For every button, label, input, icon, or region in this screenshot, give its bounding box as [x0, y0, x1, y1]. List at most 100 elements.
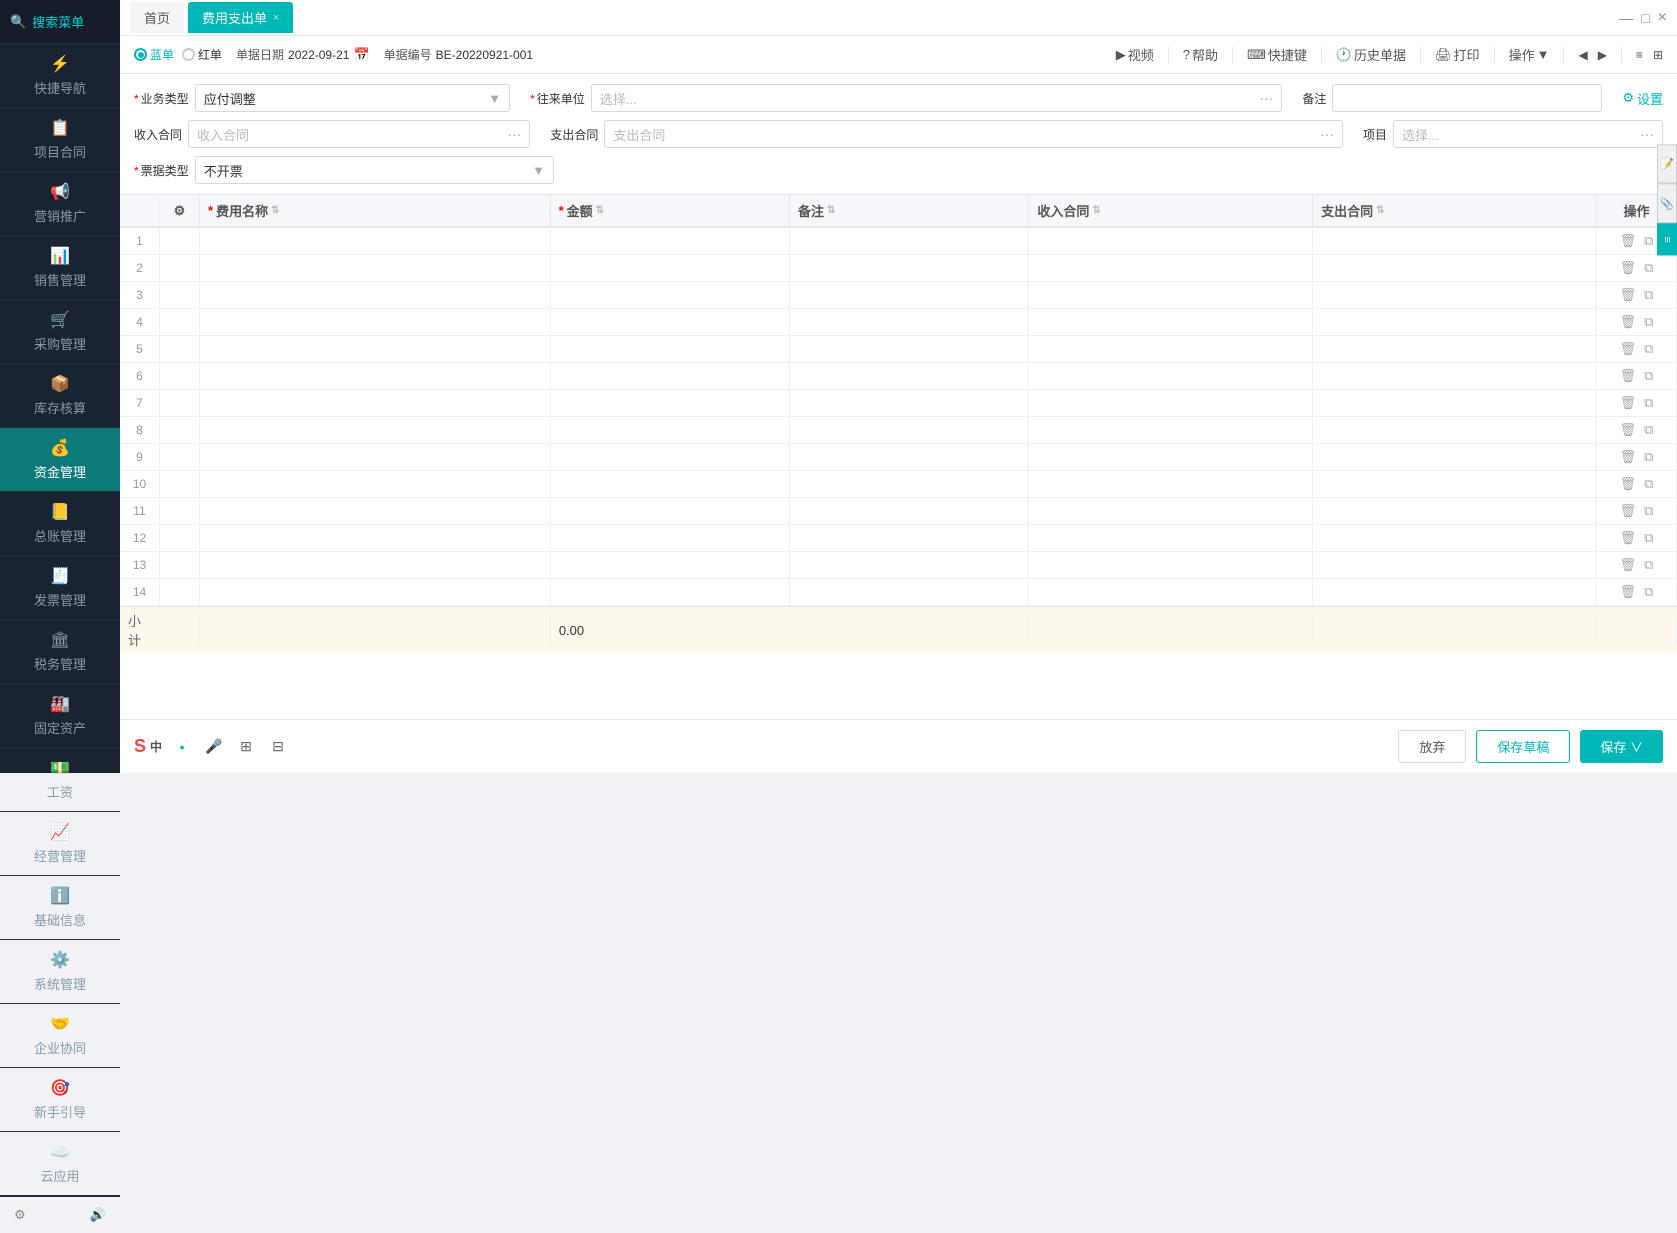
delete-row-icon[interactable]: 🗑 [1620, 449, 1637, 465]
row-name[interactable] [200, 390, 551, 416]
sidebar-item-guide[interactable]: 🎯 新手引导 [0, 1068, 120, 1132]
expense-contract-input[interactable]: 支出合同 ··· [604, 120, 1343, 148]
row-expense[interactable] [1313, 336, 1597, 362]
row-expense[interactable] [1313, 552, 1597, 578]
row-income[interactable] [1029, 390, 1313, 416]
calendar-icon[interactable]: 📅 [353, 47, 369, 63]
bottom-dot-icon[interactable]: • [170, 735, 194, 759]
sidebar-item-invoice[interactable]: 🧾 发票管理 [0, 556, 120, 620]
list-view-btn[interactable]: ≡ [1636, 48, 1643, 62]
sidebar-item-accounting[interactable]: 📒 总账管理 [0, 492, 120, 556]
row-name[interactable] [200, 255, 551, 281]
copy-row-icon[interactable]: ⧉ [1644, 233, 1653, 249]
help-btn[interactable]: ? 帮助 [1183, 45, 1218, 64]
row-amount[interactable] [551, 525, 790, 551]
table-row[interactable]: 3 🗑 ⧉ [120, 282, 1677, 309]
row-amount[interactable] [551, 417, 790, 443]
radio-red[interactable]: 红单 [182, 46, 222, 63]
tab-expense[interactable]: 费用支出单 × [188, 2, 293, 33]
copy-row-icon[interactable]: ⧉ [1644, 314, 1653, 330]
float-action-btn[interactable]: ≡ [1657, 223, 1677, 255]
row-expense[interactable] [1313, 363, 1597, 389]
row-expense[interactable] [1313, 309, 1597, 335]
th-gear[interactable]: ⚙ [160, 197, 200, 225]
sidebar-item-base-info[interactable]: ℹ️ 基础信息 [0, 876, 120, 940]
row-income[interactable] [1029, 525, 1313, 551]
sidebar-item-quick-nav[interactable]: ⚡ 快捷导航 [0, 44, 120, 108]
copy-row-icon[interactable]: ⧉ [1644, 368, 1653, 384]
history-btn[interactable]: 🕐 历史单据 [1336, 45, 1406, 64]
copy-row-icon[interactable]: ⧉ [1644, 422, 1653, 438]
row-expense[interactable] [1313, 498, 1597, 524]
copy-row-icon[interactable]: ⧉ [1644, 341, 1653, 357]
row-remark[interactable] [790, 309, 1029, 335]
sort-name-icon[interactable]: ⇅ [271, 205, 279, 216]
table-row[interactable]: 4 🗑 ⧉ [120, 309, 1677, 336]
gear-settings-icon[interactable]: ⚙ [174, 203, 186, 219]
sidebar-item-tax[interactable]: 🏛 税务管理 [0, 620, 120, 684]
settings-button[interactable]: ⚙ 设置 [1622, 89, 1663, 108]
delete-row-icon[interactable]: 🗑 [1620, 530, 1637, 546]
sidebar-item-enterprise[interactable]: 🤝 企业协同 [0, 1004, 120, 1068]
sidebar-item-payroll[interactable]: 💵 工资 [0, 748, 120, 812]
close-tab-icon[interactable]: × [273, 12, 279, 24]
row-name[interactable] [200, 228, 551, 254]
row-amount[interactable] [551, 363, 790, 389]
row-income[interactable] [1029, 498, 1313, 524]
sidebar-item-sales[interactable]: 📊 销售管理 [0, 236, 120, 300]
grid-view-btn[interactable]: ⊞ [1653, 48, 1663, 62]
print-btn[interactable]: 🖨 打印 [1435, 45, 1480, 64]
row-remark[interactable] [790, 228, 1029, 254]
row-amount[interactable] [551, 390, 790, 416]
row-amount[interactable] [551, 498, 790, 524]
delete-row-icon[interactable]: 🗑 [1620, 476, 1637, 492]
row-remark[interactable] [790, 552, 1029, 578]
row-remark[interactable] [790, 579, 1029, 605]
tab-home[interactable]: 首页 [130, 2, 184, 33]
invoice-type-select[interactable]: 不开票 ▼ [195, 156, 554, 184]
business-type-select[interactable]: 应付调整 ▼ [195, 84, 510, 112]
row-income[interactable] [1029, 471, 1313, 497]
delete-row-icon[interactable]: 🗑 [1620, 314, 1637, 330]
save-button[interactable]: 保存 ∨ [1580, 730, 1663, 763]
delete-row-icon[interactable]: 🗑 [1620, 287, 1637, 303]
copy-row-icon[interactable]: ⧉ [1644, 287, 1653, 303]
row-amount[interactable] [551, 309, 790, 335]
sort-amount-icon[interactable]: ⇅ [596, 205, 604, 216]
copy-row-icon[interactable]: ⧉ [1644, 476, 1653, 492]
copy-row-icon[interactable]: ⧉ [1644, 584, 1653, 600]
copy-row-icon[interactable]: ⧉ [1644, 260, 1653, 276]
row-remark[interactable] [790, 498, 1029, 524]
counterpart-dots[interactable]: ··· [1259, 90, 1273, 106]
row-amount[interactable] [551, 471, 790, 497]
table-row[interactable]: 13 🗑 ⧉ [120, 552, 1677, 579]
row-name[interactable] [200, 498, 551, 524]
row-remark[interactable] [790, 255, 1029, 281]
row-name[interactable] [200, 525, 551, 551]
project-dots[interactable]: ··· [1640, 126, 1654, 142]
radio-blue[interactable]: 蓝单 [134, 46, 174, 63]
sidebar-item-cloud[interactable]: ☁️ 云应用 [0, 1132, 120, 1196]
row-remark[interactable] [790, 444, 1029, 470]
delete-row-icon[interactable]: 🗑 [1620, 422, 1637, 438]
row-remark[interactable] [790, 390, 1029, 416]
sidebar-item-purchase[interactable]: 🛒 采购管理 [0, 300, 120, 364]
row-income[interactable] [1029, 255, 1313, 281]
table-row[interactable]: 11 🗑 ⧉ [120, 498, 1677, 525]
delete-row-icon[interactable]: 🗑 [1620, 341, 1637, 357]
sidebar-item-project[interactable]: 📋 项目合同 [0, 108, 120, 172]
float-note-btn[interactable]: 📝 [1657, 144, 1677, 183]
income-dots[interactable]: ··· [507, 126, 521, 142]
sidebar-item-fixed-assets[interactable]: 🏭 固定资产 [0, 684, 120, 748]
delete-row-icon[interactable]: 🗑 [1620, 368, 1637, 384]
table-row[interactable]: 10 🗑 ⧉ [120, 471, 1677, 498]
window-close[interactable]: × [1658, 9, 1667, 27]
row-remark[interactable] [790, 525, 1029, 551]
delete-row-icon[interactable]: 🗑 [1620, 584, 1637, 600]
row-amount[interactable] [551, 228, 790, 254]
project-input[interactable]: 选择... ··· [1393, 120, 1663, 148]
row-amount[interactable] [551, 255, 790, 281]
delete-row-icon[interactable]: 🗑 [1620, 233, 1637, 249]
row-amount[interactable] [551, 579, 790, 605]
copy-row-icon[interactable]: ⧉ [1644, 395, 1653, 411]
